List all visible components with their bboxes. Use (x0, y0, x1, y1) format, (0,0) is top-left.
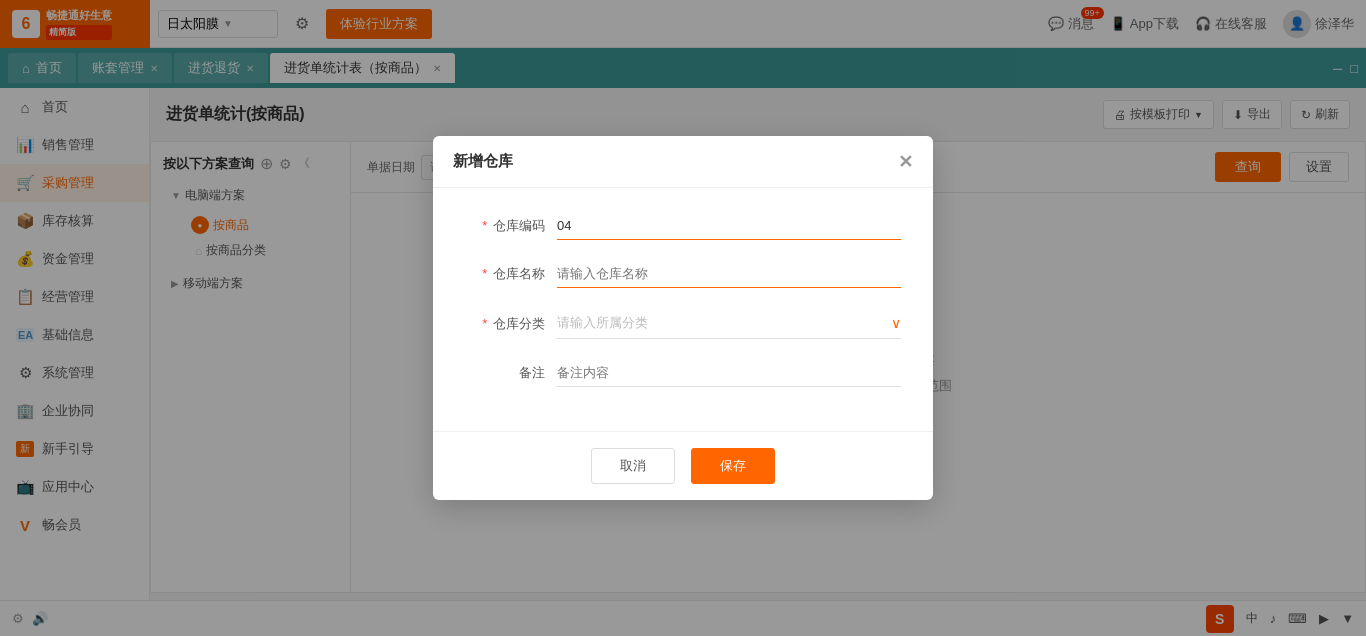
category-field-row: 仓库分类 请输入所属分类 ∨ (465, 308, 901, 339)
modal-close-button[interactable]: ✕ (898, 153, 913, 171)
cancel-button[interactable]: 取消 (591, 448, 675, 484)
modal-body: 仓库编码 仓库名称 仓库分类 请输入所属分类 ∨ (433, 188, 933, 431)
modal-title: 新增仓库 (453, 152, 513, 171)
chevron-down-icon: ∨ (891, 315, 901, 331)
category-select[interactable]: 请输入所属分类 ∨ (557, 308, 901, 339)
name-input[interactable] (557, 260, 901, 288)
code-field-row: 仓库编码 (465, 212, 901, 240)
name-label: 仓库名称 (465, 265, 545, 283)
modal-footer: 取消 保存 (433, 431, 933, 500)
category-label: 仓库分类 (465, 315, 545, 333)
note-label: 备注 (465, 364, 545, 382)
category-placeholder: 请输入所属分类 (557, 314, 648, 332)
note-input[interactable] (557, 359, 901, 387)
code-label: 仓库编码 (465, 217, 545, 235)
code-input[interactable] (557, 212, 901, 240)
new-warehouse-modal: 新增仓库 ✕ 仓库编码 仓库名称 仓库分类 (433, 136, 933, 500)
save-button[interactable]: 保存 (691, 448, 775, 484)
name-field-row: 仓库名称 (465, 260, 901, 288)
modal-header: 新增仓库 ✕ (433, 136, 933, 188)
modal-overlay: 新增仓库 ✕ 仓库编码 仓库名称 仓库分类 (0, 0, 1366, 636)
note-field-row: 备注 (465, 359, 901, 387)
